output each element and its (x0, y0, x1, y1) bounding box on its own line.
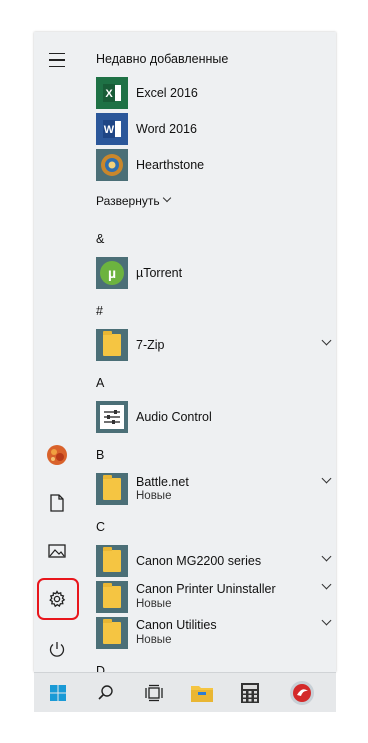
user-avatar-icon (47, 445, 67, 465)
user-account-button[interactable] (34, 432, 80, 478)
folder-icon (96, 329, 128, 361)
word-icon: W (96, 113, 128, 145)
excel-icon: X (96, 77, 128, 109)
folder-icon (96, 473, 128, 505)
pictures-button[interactable] (34, 528, 80, 574)
settings-highlight-frame (37, 578, 79, 620)
chevron-down-icon[interactable] (321, 335, 332, 346)
task-view-icon (145, 684, 163, 702)
start-rail (34, 32, 80, 672)
power-icon (49, 642, 65, 657)
app-list: Недавно добавленные X Excel 2016 W Word … (80, 32, 336, 672)
section-header-a[interactable]: A (96, 376, 104, 390)
chevron-down-icon[interactable] (321, 551, 332, 562)
hamburger-line (49, 59, 65, 61)
app-new-badge: Новые (136, 490, 172, 502)
documents-button[interactable] (34, 480, 80, 526)
app-item-word[interactable]: W Word 2016 (80, 110, 336, 146)
hamburger-menu-button[interactable] (34, 37, 80, 83)
section-header-amp[interactable]: & (96, 232, 104, 246)
app-label: µTorrent (136, 266, 183, 280)
app-label: Hearthstone (136, 158, 205, 172)
app-label: Battle.net (136, 475, 189, 489)
app-item-excel[interactable]: X Excel 2016 (80, 74, 336, 110)
hearthstone-icon (96, 149, 128, 181)
app-new-badge: Новые (136, 634, 172, 646)
pinned-app-button[interactable] (278, 673, 326, 713)
app-label: 7-Zip (136, 338, 165, 352)
hamburger-line (49, 65, 65, 68)
expand-label: Развернуть (96, 194, 160, 208)
app-item-audio-control[interactable]: Audio Control (80, 398, 336, 434)
taskbar (34, 672, 336, 712)
calculator-button[interactable] (226, 673, 274, 713)
section-header-hash[interactable]: # (96, 304, 103, 318)
svg-text:X: X (105, 88, 113, 100)
picture-icon (48, 544, 66, 558)
recent-header: Недавно добавленные (96, 52, 229, 66)
app-item-hearthstone[interactable]: Hearthstone (80, 146, 336, 182)
power-button[interactable] (34, 626, 80, 672)
svg-text:µ: µ (108, 265, 116, 281)
app-item-canon-utilities[interactable]: Canon Utilities Новые (80, 614, 336, 650)
utorrent-icon: µ (96, 257, 128, 289)
svg-text:W: W (104, 124, 115, 136)
app-label: Audio Control (136, 410, 212, 424)
app-item-utorrent[interactable]: µ µTorrent (80, 254, 336, 290)
task-view-button[interactable] (130, 673, 178, 713)
section-header-d[interactable]: D (96, 664, 105, 672)
app-label: Excel 2016 (136, 86, 198, 100)
file-explorer-button[interactable] (178, 673, 226, 713)
chevron-down-icon[interactable] (321, 473, 332, 484)
start-menu: Недавно добавленные X Excel 2016 W Word … (34, 32, 336, 672)
document-icon (50, 494, 64, 512)
app-label: Canon Utilities (136, 618, 217, 632)
app-item-canon-mg2200[interactable]: Canon MG2200 series (80, 542, 336, 578)
app-label: Canon MG2200 series (136, 554, 262, 568)
file-explorer-icon (191, 686, 213, 702)
app-item-canon-uninstaller[interactable]: Canon Printer Uninstaller Новые (80, 578, 336, 614)
search-icon (98, 685, 113, 700)
section-header-b[interactable]: B (96, 448, 104, 462)
app-item-battlenet[interactable]: Battle.net Новые (80, 470, 336, 506)
chevron-down-icon (162, 193, 172, 203)
start-button[interactable] (34, 673, 82, 713)
calculator-icon (241, 683, 259, 703)
app-label: Word 2016 (136, 122, 197, 136)
search-button[interactable] (82, 673, 130, 713)
windows-logo-icon (50, 685, 66, 701)
section-header-c[interactable]: C (96, 520, 105, 534)
chevron-down-icon[interactable] (321, 579, 332, 590)
expand-button[interactable]: Развернуть (80, 190, 336, 212)
chevron-down-icon[interactable] (321, 615, 332, 626)
audio-control-icon (96, 401, 128, 433)
app-item-7zip[interactable]: 7-Zip (80, 326, 336, 362)
red-circle-app-icon (290, 681, 314, 705)
folder-icon (96, 545, 128, 577)
folder-icon (96, 617, 128, 649)
app-label: Canon Printer Uninstaller (136, 582, 276, 596)
hamburger-line (49, 52, 65, 55)
folder-icon (96, 581, 128, 613)
app-new-badge: Новые (136, 598, 172, 610)
